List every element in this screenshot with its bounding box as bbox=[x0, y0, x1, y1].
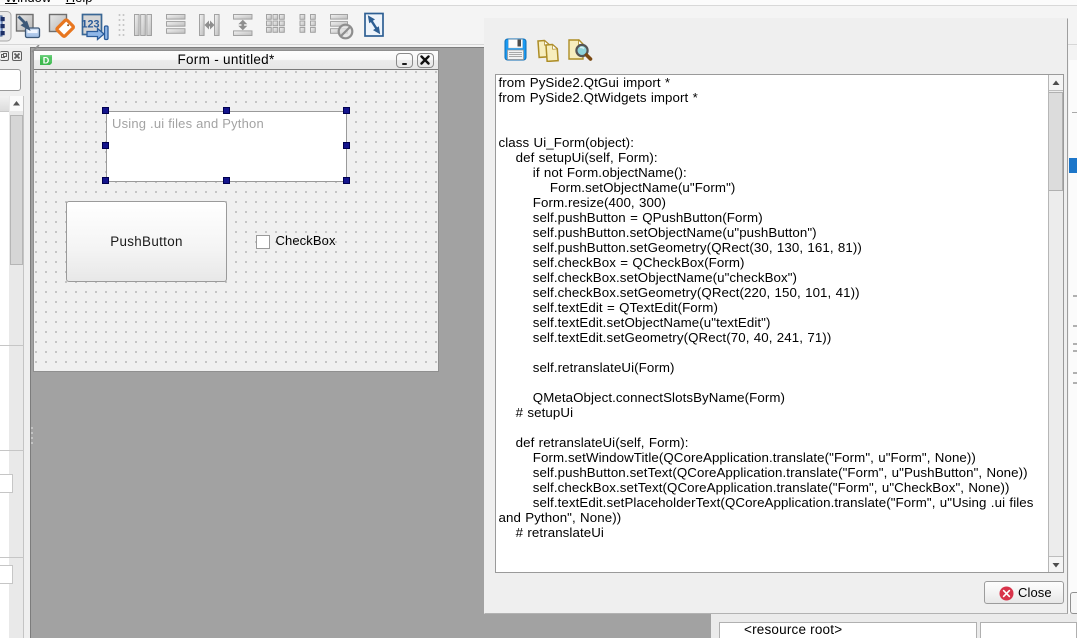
svg-text:123: 123 bbox=[81, 19, 99, 31]
svg-text:D: D bbox=[43, 55, 50, 65]
